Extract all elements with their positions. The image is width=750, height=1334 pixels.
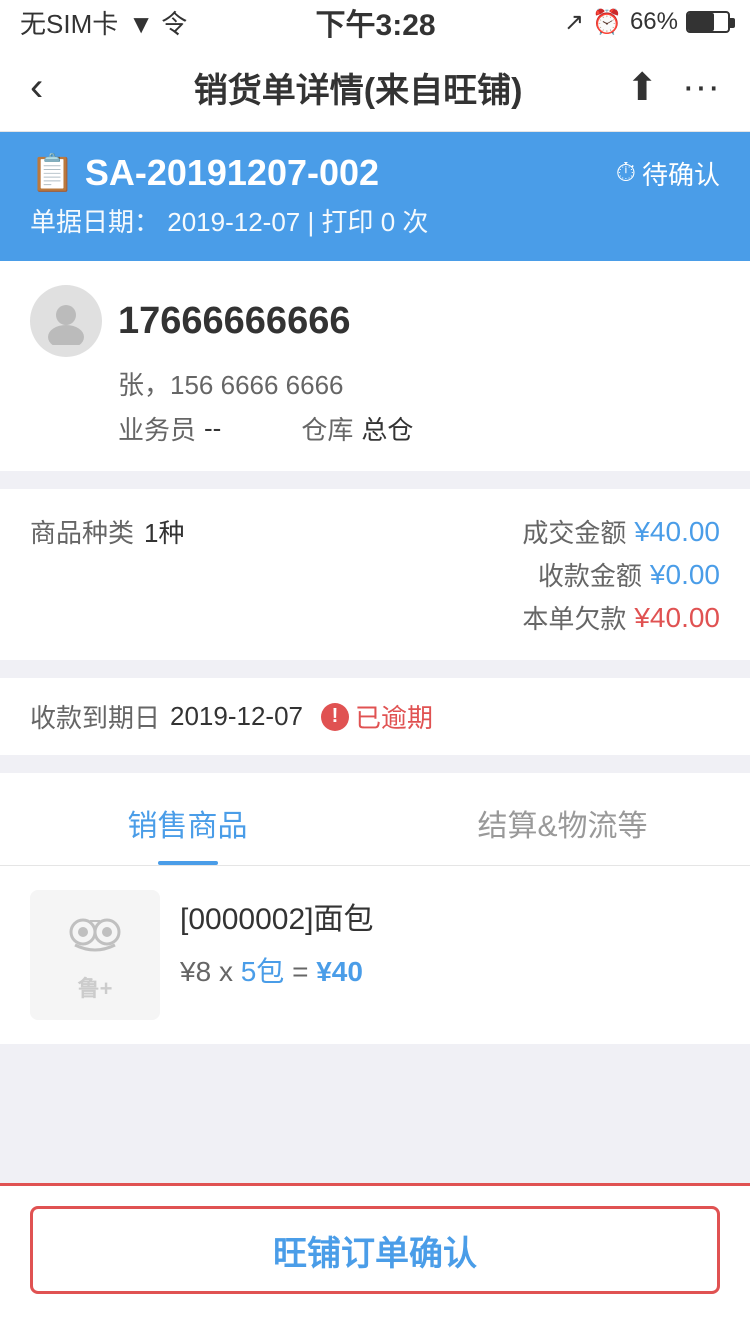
print-count-value: 0 (381, 207, 395, 237)
received-label: 收款金额 (538, 556, 642, 593)
customer-section: 17666666666 张，156 6666 6666 业务员 -- 仓库 总仓 (0, 261, 750, 471)
transaction-value: ¥40.00 (634, 516, 720, 548)
back-button[interactable]: ‹ (30, 65, 90, 110)
customer-name: 张，156 6666 6666 (118, 365, 720, 402)
tab-settlement-logistics-label: 结算&物流等 (477, 810, 647, 843)
status-clock-icon: ⏱ (616, 157, 636, 189)
overdue-badge: ! 已逾期 (321, 698, 433, 735)
product-price-row: ¥8 x 5包 = ¥40 (180, 950, 720, 990)
tabs-row: 销售商品 结算&物流等 (0, 773, 750, 866)
battery-percentage: 66% (630, 8, 678, 36)
due-date-value: 2019-12-07 (170, 701, 303, 732)
order-date-row: 单据日期： 2019-12-07 | 打印 0 次 (30, 202, 720, 239)
product-type-label: 商品种类 (30, 513, 134, 550)
product-logo: 鲁+ (55, 907, 135, 1003)
status-left: 无SIM卡 ▼ 令 (20, 4, 187, 41)
customer-info-row: 业务员 -- 仓库 总仓 (118, 410, 720, 447)
product-image: 鲁+ (30, 890, 160, 1020)
date-label: 单据日期： (30, 207, 160, 237)
overdue-dot-icon: ! (321, 703, 349, 731)
customer-phone: 17666666666 (118, 300, 350, 343)
carrier-text: 无SIM卡 (20, 4, 118, 41)
confirm-order-button[interactable]: 旺铺订单确认 (30, 1206, 720, 1294)
customer-row: 17666666666 (30, 285, 720, 357)
print-label: 打印 (321, 207, 373, 237)
print-suffix: 次 (402, 207, 428, 237)
summary-row: 商品种类 1种 成交金额 ¥40.00 收款金额 ¥0.00 本单欠款 ¥40.… (30, 513, 720, 636)
print-sep: | (307, 207, 321, 237)
order-id-icon: 📋 (30, 152, 75, 194)
order-id-row: 📋 SA-20191207-002 ⏱ 待确认 (30, 152, 720, 194)
received-value: ¥0.00 (650, 559, 720, 591)
transaction-amount-row: 成交金额 ¥40.00 (522, 513, 720, 550)
product-logo-svg (55, 907, 135, 967)
tab-underline (158, 861, 218, 865)
page-title: 销货单详情(来自旺铺) (90, 63, 626, 112)
status-bar: 无SIM卡 ▼ 令 下午3:28 ↗ ⏰ 66% (0, 0, 750, 44)
order-date-value: 2019-12-07 (167, 207, 300, 237)
status-time: 下午3:28 (316, 0, 436, 44)
warehouse-label: 仓库 (301, 410, 353, 447)
nav-right-actions: ⬆ ··· (626, 65, 720, 110)
amounts-group: 成交金额 ¥40.00 收款金额 ¥0.00 本单欠款 ¥40.00 (522, 513, 720, 636)
share-icon[interactable]: ⬆ (626, 65, 658, 110)
product-info: [0000002]面包 ¥8 x 5包 = ¥40 (180, 890, 720, 990)
product-logo-text: 鲁+ (78, 971, 113, 1003)
status-right: ↗ ⏰ 66% (564, 8, 730, 37)
tabs-section: 销售商品 结算&物流等 (0, 773, 750, 866)
alarm-icon: ⏰ (592, 8, 622, 37)
product-total: ¥40 (316, 956, 363, 987)
nav-bar: ‹ 销货单详情(来自旺铺) ⬆ ··· (0, 44, 750, 132)
salesperson-value: -- (204, 413, 221, 444)
product-type-group: 商品种类 1种 (30, 513, 184, 550)
due-date-label: 收款到期日 (30, 698, 160, 735)
location-icon: ↗ (564, 8, 584, 37)
transaction-label: 成交金额 (522, 513, 626, 550)
status-text: 待确认 (642, 155, 720, 192)
avatar (30, 285, 102, 357)
product-qty: 5包 (241, 956, 285, 987)
order-id-text: SA-20191207-002 (85, 152, 379, 194)
tab-settlement-logistics[interactable]: 结算&物流等 (375, 773, 750, 865)
more-icon[interactable]: ··· (682, 66, 720, 109)
order-status: ⏱ 待确认 (616, 155, 720, 192)
salesperson-label: 业务员 (118, 410, 196, 447)
confirm-button-wrapper: 旺铺订单确认 (0, 1183, 750, 1334)
wifi-icon: ▼ 令 (128, 4, 187, 41)
owed-value: ¥40.00 (634, 602, 720, 634)
product-type-value: 1种 (144, 513, 184, 550)
summary-section: 商品种类 1种 成交金额 ¥40.00 收款金额 ¥0.00 本单欠款 ¥40.… (0, 489, 750, 660)
warehouse-value: 总仓 (361, 410, 413, 447)
owed-amount-row: 本单欠款 ¥40.00 (522, 599, 720, 636)
tab-sales-products[interactable]: 销售商品 (0, 773, 375, 865)
product-price: ¥8 (180, 956, 211, 987)
received-amount-row: 收款金额 ¥0.00 (538, 556, 720, 593)
tab-sales-products-label: 销售商品 (128, 810, 248, 843)
avatar-icon (42, 297, 90, 345)
owed-label: 本单欠款 (522, 599, 626, 636)
overdue-text: 已逾期 (355, 698, 433, 735)
order-header: 📋 SA-20191207-002 ⏱ 待确认 单据日期： 2019-12-07… (0, 132, 750, 261)
due-date-section: 收款到期日 2019-12-07 ! 已逾期 (0, 678, 750, 755)
product-equals: = (292, 956, 316, 987)
battery-fill (688, 13, 714, 31)
product-section: 鲁+ [0000002]面包 ¥8 x 5包 = ¥40 (0, 866, 750, 1044)
battery-icon (686, 11, 730, 33)
product-name: [0000002]面包 (180, 894, 720, 938)
order-id: 📋 SA-20191207-002 (30, 152, 379, 194)
product-multiply: x (219, 956, 241, 987)
